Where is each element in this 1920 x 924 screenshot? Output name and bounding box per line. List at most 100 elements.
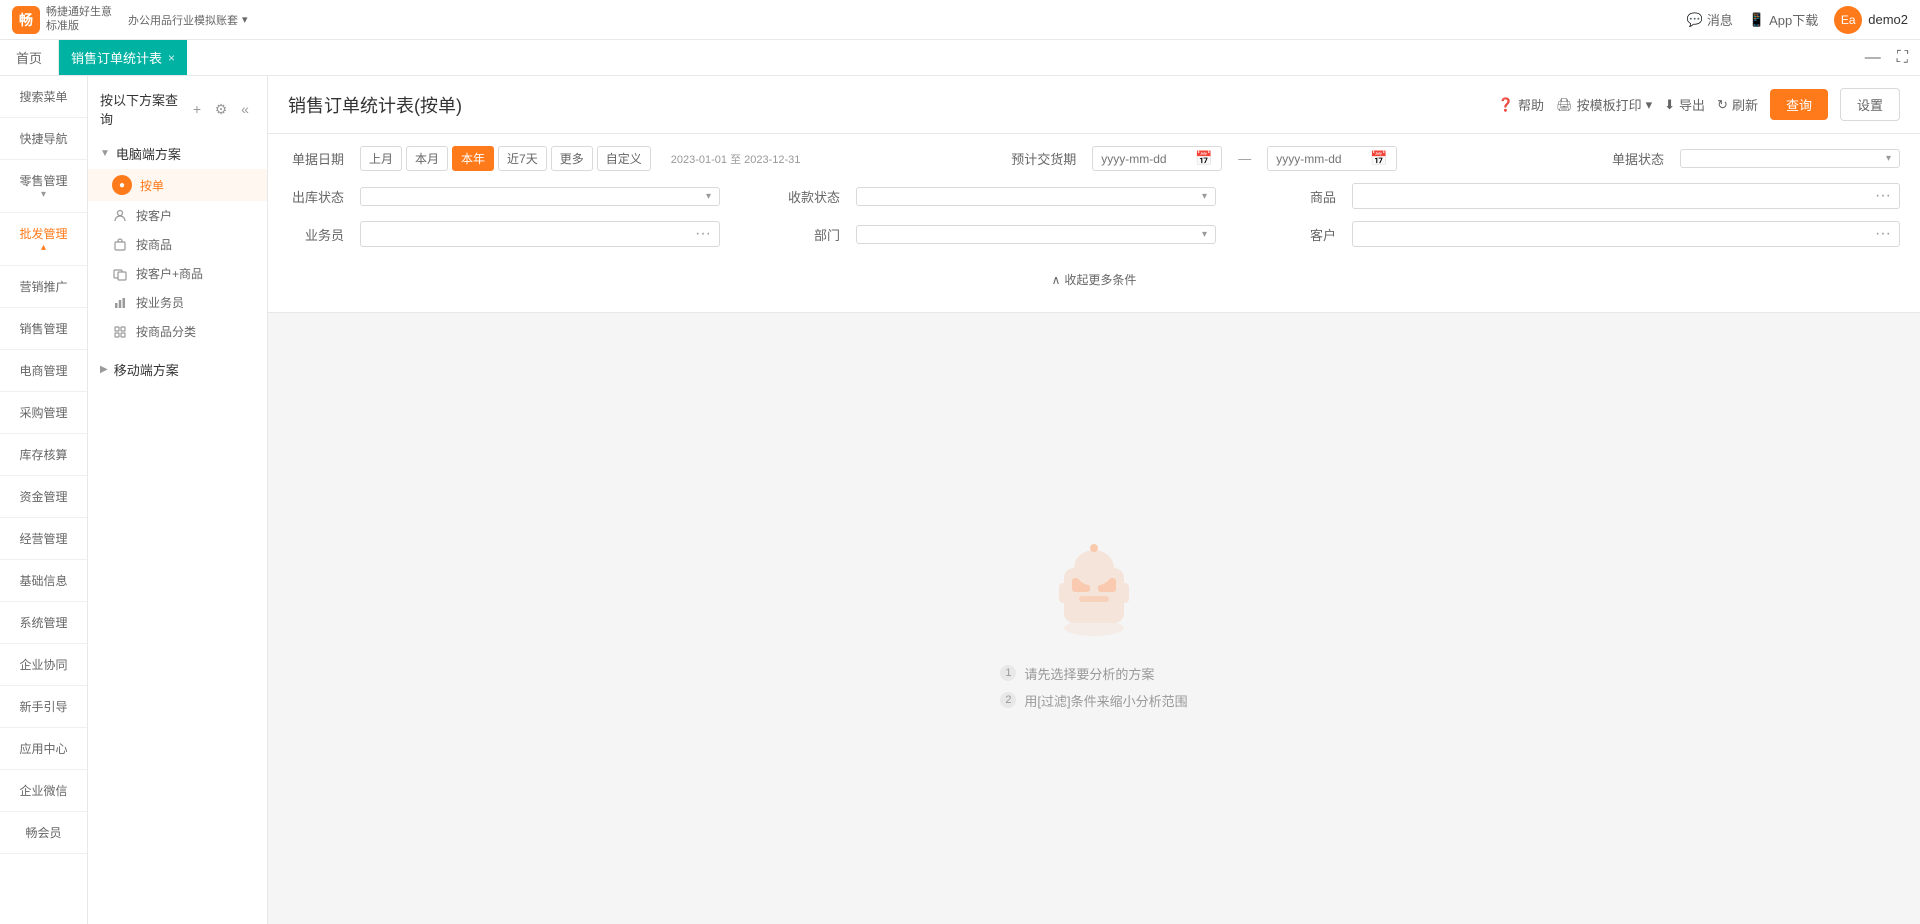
bar-chart-icon [112,295,128,311]
tab-close-icon[interactable]: × [168,51,175,65]
empty-illustration [1034,528,1154,648]
department-label: 部门 [784,225,840,244]
desktop-scheme-section: ▼ 电脑端方案 ● 按单 按客户 [88,134,267,350]
sidebar-item-marketing[interactable]: 营销推广 [0,266,87,308]
top-bar-left: 畅 畅捷通好生意 标准版 办公用品行业模拟账套 ▾ [12,6,256,34]
desktop-scheme-header[interactable]: ▼ 电脑端方案 [88,138,267,169]
sidebar-item-purchase[interactable]: 采购管理 [0,392,87,434]
scheme-item-by-customer-goods[interactable]: 按客户+商品 [88,259,267,288]
empty-tip-2: 2 用[过滤]条件来缩小分析范围 [1000,691,1187,710]
sidebar-item-quick-nav[interactable]: 快捷导航 [0,118,87,160]
scheme-item-by-order[interactable]: ● 按单 [88,169,267,201]
sidebar-item-operations[interactable]: 经营管理 [0,518,87,560]
sidebar-item-member[interactable]: 畅会员 [0,812,87,854]
mobile-scheme-header[interactable]: ▶ 移动端方案 [88,354,267,385]
user-area[interactable]: Ea demo2 [1834,6,1908,34]
salesman-select[interactable]: ··· [360,221,720,247]
sidebar: 搜索菜单 快捷导航 零售管理 ▾ 批发管理 ▴ 营销推广 销售管理 电商管理 采… [0,76,88,924]
refresh-button[interactable]: ↻ 刷新 [1717,95,1758,114]
sidebar-item-wholesale[interactable]: 批发管理 ▴ [0,213,87,266]
page-title: 销售订单统计表(按单) [288,92,462,118]
sidebar-item-retail[interactable]: 零售管理 ▾ [0,160,87,213]
date-btn-this-year[interactable]: 本年 [452,146,494,171]
chevron-down-icon: ▾ [1886,153,1891,164]
collapse-button[interactable]: ∧ 收起更多条件 [1052,267,1137,292]
sidebar-item-wechat[interactable]: 企业微信 [0,770,87,812]
collapse-panel-button[interactable]: « [235,99,255,119]
expected-delivery-end[interactable]: 📅 [1267,146,1397,171]
sidebar-item-basic-info[interactable]: 基础信息 [0,560,87,602]
desktop-scheme-title: 电脑端方案 [116,144,181,163]
active-scheme-badge: ● [112,175,132,195]
date-btn-last-7days[interactable]: 近7天 [498,146,547,171]
expected-delivery-start[interactable]: 📅 [1092,146,1222,171]
sidebar-item-sales[interactable]: 销售管理 [0,308,87,350]
sidebar-item-enterprise[interactable]: 企业协同 [0,644,87,686]
template-print-button[interactable]: 🖨 按模板打印 ▾ [1556,95,1652,114]
user-name: demo2 [1868,12,1908,27]
top-bar: 畅 畅捷通好生意 标准版 办公用品行业模拟账套 ▾ 💬 消息 📱 App下载 E… [0,0,1920,40]
left-panel-actions: + ⚙ « [187,99,255,119]
date-btn-more[interactable]: 更多 [551,146,593,171]
tab-bar: 首页 销售订单统计表 × — ⛶ [0,40,1920,76]
scheme-item-label: 按客户+商品 [136,265,203,282]
section-arrow-icon: ▶ [100,364,108,375]
logo-text: 畅捷通好生意 标准版 [46,6,112,32]
collapse-area: ∧ 收起更多条件 [288,259,1900,300]
scheme-item-by-goods[interactable]: 按商品 [88,230,267,259]
main-layout: 搜索菜单 快捷导航 零售管理 ▾ 批发管理 ▴ 营销推广 销售管理 电商管理 采… [0,76,1920,924]
settings-button[interactable]: 设置 [1840,88,1900,121]
mobile-scheme-title: 移动端方案 [114,360,179,379]
minimize-button[interactable]: — [1861,45,1885,71]
order-status-select[interactable]: ▾ [1680,149,1900,168]
scheme-item-label: 按单 [140,177,164,194]
goods-select[interactable]: ··· [1352,183,1900,209]
maximize-button[interactable]: ⛶ [1893,45,1912,71]
customer-label: 客户 [1280,225,1336,244]
export-button[interactable]: ⬇ 导出 [1664,95,1705,114]
more-icon[interactable]: ··· [695,225,711,243]
more-icon[interactable]: ··· [1875,187,1891,205]
scheme-settings-button[interactable]: ⚙ [211,99,231,119]
left-panel-title: 按以下方案查询 [100,90,187,128]
empty-tip-1: 1 请先选择要分析的方案 [1000,664,1187,683]
empty-tips: 1 请先选择要分析的方案 2 用[过滤]条件来缩小分析范围 [1000,664,1187,710]
logo-icon: 畅 [12,6,40,34]
empty-state: 1 请先选择要分析的方案 2 用[过滤]条件来缩小分析范围 [268,313,1920,924]
date-btn-this-month[interactable]: 本月 [406,146,448,171]
filter-row-1: 单据日期 上月 本月 本年 近7天 更多 自定义 2023-01-01 至 20… [288,146,1900,171]
sidebar-item-search-menu[interactable]: 搜索菜单 [0,76,87,118]
add-scheme-button[interactable]: + [187,99,207,119]
sidebar-item-ecommerce[interactable]: 电商管理 [0,350,87,392]
date-btn-custom[interactable]: 自定义 [597,146,651,171]
order-status-label: 单据状态 [1608,149,1664,168]
sidebar-item-inventory[interactable]: 库存核算 [0,434,87,476]
payment-status-select[interactable]: ▾ [856,187,1216,206]
sidebar-item-app-center[interactable]: 应用中心 [0,728,87,770]
calendar-icon: 📅 [1370,150,1387,167]
expected-delivery-end-input[interactable] [1276,152,1366,166]
app-download-button[interactable]: 📱 App下载 [1749,10,1818,29]
department-select[interactable]: ▾ [856,225,1216,244]
sidebar-item-system[interactable]: 系统管理 [0,602,87,644]
ship-status-select[interactable]: ▾ [360,187,720,206]
scheme-item-by-category[interactable]: 按商品分类 [88,317,267,346]
scheme-item-by-customer[interactable]: 按客户 [88,201,267,230]
left-panel-header: 按以下方案查询 + ⚙ « [88,84,267,134]
date-btn-last-month[interactable]: 上月 [360,146,402,171]
customer-select[interactable]: ··· [1352,221,1900,247]
logo-area: 畅 畅捷通好生意 标准版 [12,6,112,34]
tab-home[interactable]: 首页 [0,40,59,75]
sidebar-item-finance[interactable]: 资金管理 [0,476,87,518]
scheme-item-by-salesman[interactable]: 按业务员 [88,288,267,317]
messages-button[interactable]: 💬 消息 [1687,10,1733,29]
expected-delivery-start-input[interactable] [1101,152,1191,166]
query-button[interactable]: 查询 [1770,89,1828,120]
sidebar-item-newbie[interactable]: 新手引导 [0,686,87,728]
tab-sales-order[interactable]: 销售订单统计表 × [59,40,187,75]
enterprise-select[interactable]: 办公用品行业模拟账套 ▾ [120,12,256,28]
chevron-down-icon: ▾ [1202,191,1207,202]
page-header-actions: ❓ 帮助 🖨 按模板打印 ▾ ⬇ 导出 ↻ 刷新 [1498,88,1900,121]
more-icon[interactable]: ··· [1875,225,1891,243]
help-button[interactable]: ❓ 帮助 [1498,95,1544,114]
